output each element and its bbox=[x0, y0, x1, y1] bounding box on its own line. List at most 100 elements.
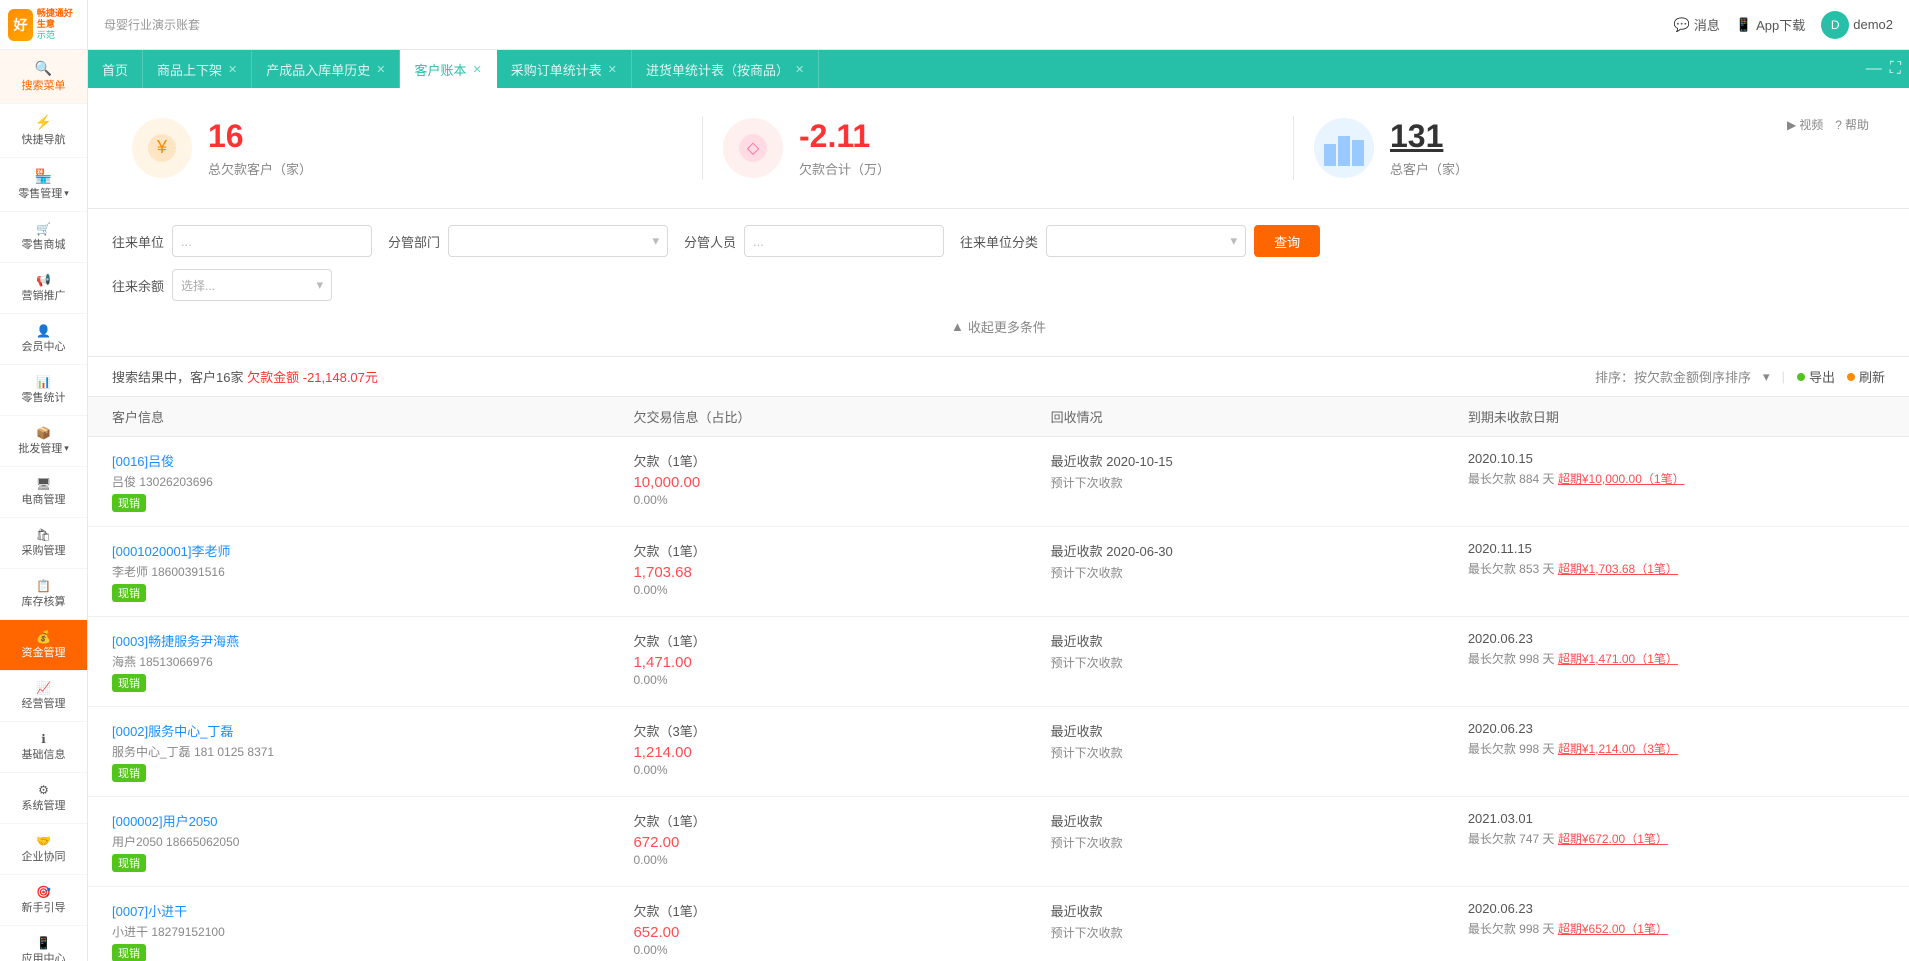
sidebar-item-ecom-mgmt[interactable]: 🖥 电商管理 bbox=[0, 467, 87, 518]
retail-stats-icon: 📊 bbox=[4, 375, 83, 389]
table-row: [0003]畅捷服务尹海燕 海燕 18513066976 现销 欠款（1笔） 1… bbox=[88, 617, 1909, 707]
debt-customers-label: 总欠款客户（家） bbox=[208, 159, 312, 178]
refresh-button[interactable]: 刷新 bbox=[1847, 367, 1885, 386]
customer-name-link[interactable]: [000002]用户2050 bbox=[112, 814, 218, 829]
cell-customer-info: [0002]服务中心_丁磊 服务中心_丁磊 181 0125 8371 现销 bbox=[112, 721, 633, 782]
filter-unit-type: 往来单位分类 ▾ 查询 bbox=[960, 225, 1320, 257]
sidebar-item-quick-nav[interactable]: ⚡ 快捷导航 bbox=[0, 104, 87, 158]
app-download-button[interactable]: 📱 App下载 bbox=[1736, 15, 1805, 34]
message-button[interactable]: 💬 消息 bbox=[1674, 15, 1720, 34]
debt-percent: 0.00% bbox=[633, 853, 1050, 867]
payment-date: 最近收款 bbox=[1051, 721, 1468, 740]
debt-count: 欠款（1笔） bbox=[633, 811, 1050, 830]
ops-icon: 📈 bbox=[4, 681, 83, 695]
debt-count: 欠款（3笔） bbox=[633, 721, 1050, 740]
export-icon bbox=[1797, 373, 1805, 381]
overdue-amount-link[interactable]: 超期¥1,214.00（3笔） bbox=[1558, 742, 1678, 756]
logo-text: 畅捷通好生意 示范 bbox=[37, 8, 79, 40]
cell-overdue: 2020.10.15 最长欠款 884 天 超期¥10,000.00（1笔） bbox=[1468, 451, 1885, 487]
debt-amount: 1,214.00 bbox=[633, 744, 1050, 761]
dept-arrow-icon: ▾ bbox=[653, 233, 660, 249]
payment-date: 最近收款 bbox=[1051, 631, 1468, 650]
sidebar-item-sys-mgmt[interactable]: ⚙ 系统管理 bbox=[0, 773, 87, 824]
sidebar-item-retail-mgmt[interactable]: 🏪 零售管理 ▾ bbox=[0, 158, 87, 212]
customer-name-link[interactable]: [0001020001]李老师 bbox=[112, 544, 231, 559]
customer-tag: 现销 bbox=[112, 854, 146, 872]
tab-close-customer[interactable]: ✕ bbox=[473, 63, 482, 76]
payment-next: 预计下次收款 bbox=[1051, 924, 1468, 941]
svg-text:¥: ¥ bbox=[156, 137, 168, 157]
sidebar-item-retail-stats[interactable]: 📊 零售统计 bbox=[0, 365, 87, 416]
collapse-icon: ▲ bbox=[951, 319, 964, 334]
app-icon: 📱 bbox=[4, 936, 83, 950]
tab-minimize-icon[interactable]: — bbox=[1866, 60, 1882, 78]
tab-customer-account[interactable]: 客户账本 ✕ bbox=[400, 50, 496, 88]
payment-next: 预计下次收款 bbox=[1051, 654, 1468, 671]
sidebar-item-ops-mgmt[interactable]: 📈 经营管理 bbox=[0, 671, 87, 722]
help-btn[interactable]: ? 帮助 bbox=[1835, 116, 1869, 133]
person-input[interactable]: ... bbox=[744, 225, 944, 257]
export-button[interactable]: 导出 bbox=[1797, 367, 1835, 386]
source-unit-dots: ... bbox=[181, 234, 192, 249]
tab-production-history[interactable]: 产成品入库单历史 ✕ bbox=[252, 50, 400, 88]
tab-inbound-stats[interactable]: 进货单统计表（按商品） ✕ bbox=[632, 50, 819, 88]
tab-close-inbound[interactable]: ✕ bbox=[795, 63, 804, 76]
capital-icon: 💰 bbox=[4, 630, 83, 644]
customer-phone: 用户2050 18665062050 bbox=[112, 833, 633, 850]
customer-name-link[interactable]: [0003]畅捷服务尹海燕 bbox=[112, 634, 239, 649]
search-button[interactable]: 查询 bbox=[1254, 225, 1320, 257]
video-btn[interactable]: ▶ 视频 bbox=[1787, 116, 1823, 133]
card-icon-total-customers bbox=[1314, 118, 1374, 178]
overdue-amount-link[interactable]: 超期¥672.00（1笔） bbox=[1558, 832, 1668, 846]
cell-payment-status: 最近收款 预计下次收款 bbox=[1051, 811, 1468, 851]
sidebar-item-batch-mgmt[interactable]: 📦 批发管理 ▾ bbox=[0, 416, 87, 467]
sidebar-item-member-center[interactable]: 👤 会员中心 bbox=[0, 314, 87, 365]
overdue-amount-link[interactable]: 超期¥1,471.00（1笔） bbox=[1558, 652, 1678, 666]
sidebar-item-inventory[interactable]: 📋 库存核算 bbox=[0, 569, 87, 620]
balance-select[interactable]: 选择... ▾ bbox=[172, 269, 332, 301]
sidebar-item-corp-collab[interactable]: 🤝 企业协同 bbox=[0, 824, 87, 875]
tab-products-offline[interactable]: 商品上下架 ✕ bbox=[143, 50, 252, 88]
sidebar-item-basic-info[interactable]: ℹ 基础信息 bbox=[0, 722, 87, 773]
customer-name-link[interactable]: [0016]吕俊 bbox=[112, 454, 174, 469]
tab-close-purchase[interactable]: ✕ bbox=[608, 63, 617, 76]
debt-percent: 0.00% bbox=[633, 673, 1050, 687]
sidebar-item-capital-mgmt[interactable]: 💰 资金管理 bbox=[0, 620, 87, 671]
cell-debt-info: 欠款（3笔） 1,214.00 0.00% bbox=[633, 721, 1050, 777]
overdue-date: 2020.06.23 bbox=[1468, 721, 1885, 736]
customer-name-link[interactable]: [0007]小进干 bbox=[112, 904, 187, 919]
sidebar-search-item[interactable]: 🔍 搜索菜单 bbox=[0, 50, 87, 104]
sidebar-item-app-center[interactable]: 📱 应用中心 bbox=[0, 926, 87, 961]
cell-payment-status: 最近收款 2020-10-15 预计下次收款 bbox=[1051, 451, 1468, 491]
table-row: [000002]用户2050 用户2050 18665062050 现销 欠款（… bbox=[88, 797, 1909, 887]
tab-close-production[interactable]: ✕ bbox=[376, 63, 385, 76]
unit-type-select[interactable]: ▾ bbox=[1046, 225, 1246, 257]
overdue-days: 最长欠款 884 天 超期¥10,000.00（1笔） bbox=[1468, 470, 1885, 487]
overdue-amount-link[interactable]: 超期¥1,703.68（1笔） bbox=[1558, 562, 1678, 576]
dept-select[interactable]: ▾ bbox=[448, 225, 668, 257]
sidebar-item-purchase-mgmt[interactable]: 🛍 采购管理 bbox=[0, 518, 87, 569]
customer-name-link[interactable]: [0002]服务中心_丁磊 bbox=[112, 724, 233, 739]
sidebar-item-marketing[interactable]: 📢 营销推广 bbox=[0, 263, 87, 314]
overdue-date: 2020.06.23 bbox=[1468, 901, 1885, 916]
table-row: [0007]小进干 小进干 18279152100 现销 欠款（1笔） 652.… bbox=[88, 887, 1909, 961]
debt-total-label: 欠款合计（万） bbox=[799, 159, 890, 178]
search-icon: 🔍 bbox=[4, 60, 83, 77]
sort-arrow-icon[interactable]: ▾ bbox=[1763, 369, 1770, 385]
tab-maximize-icon[interactable]: ⛶ bbox=[1890, 60, 1901, 78]
sidebar-item-retail-mall[interactable]: 🛒 零售商城 bbox=[0, 212, 87, 263]
cell-overdue: 2020.11.15 最长欠款 853 天 超期¥1,703.68（1笔） bbox=[1468, 541, 1885, 577]
source-unit-input[interactable]: ... bbox=[172, 225, 372, 257]
overdue-amount-link[interactable]: 超期¥10,000.00（1笔） bbox=[1558, 472, 1685, 486]
cell-overdue: 2020.06.23 最长欠款 998 天 超期¥1,214.00（3笔） bbox=[1468, 721, 1885, 757]
overdue-amount-link[interactable]: 超期¥652.00（1笔） bbox=[1558, 922, 1668, 936]
balance-arrow-icon: ▾ bbox=[316, 277, 323, 293]
collapse-filter-button[interactable]: ▲ 收起更多条件 bbox=[112, 313, 1885, 340]
sidebar-item-new-guide[interactable]: 🎯 新手引导 bbox=[0, 875, 87, 926]
tab-purchase-order[interactable]: 采购订单统计表 ✕ bbox=[497, 50, 632, 88]
svg-text:◇: ◇ bbox=[747, 140, 760, 157]
user-profile-button[interactable]: D demo2 bbox=[1821, 11, 1893, 39]
tab-home[interactable]: 首页 bbox=[88, 50, 143, 88]
purchase-icon: 🛍 bbox=[4, 528, 83, 542]
tab-close-products[interactable]: ✕ bbox=[228, 63, 237, 76]
